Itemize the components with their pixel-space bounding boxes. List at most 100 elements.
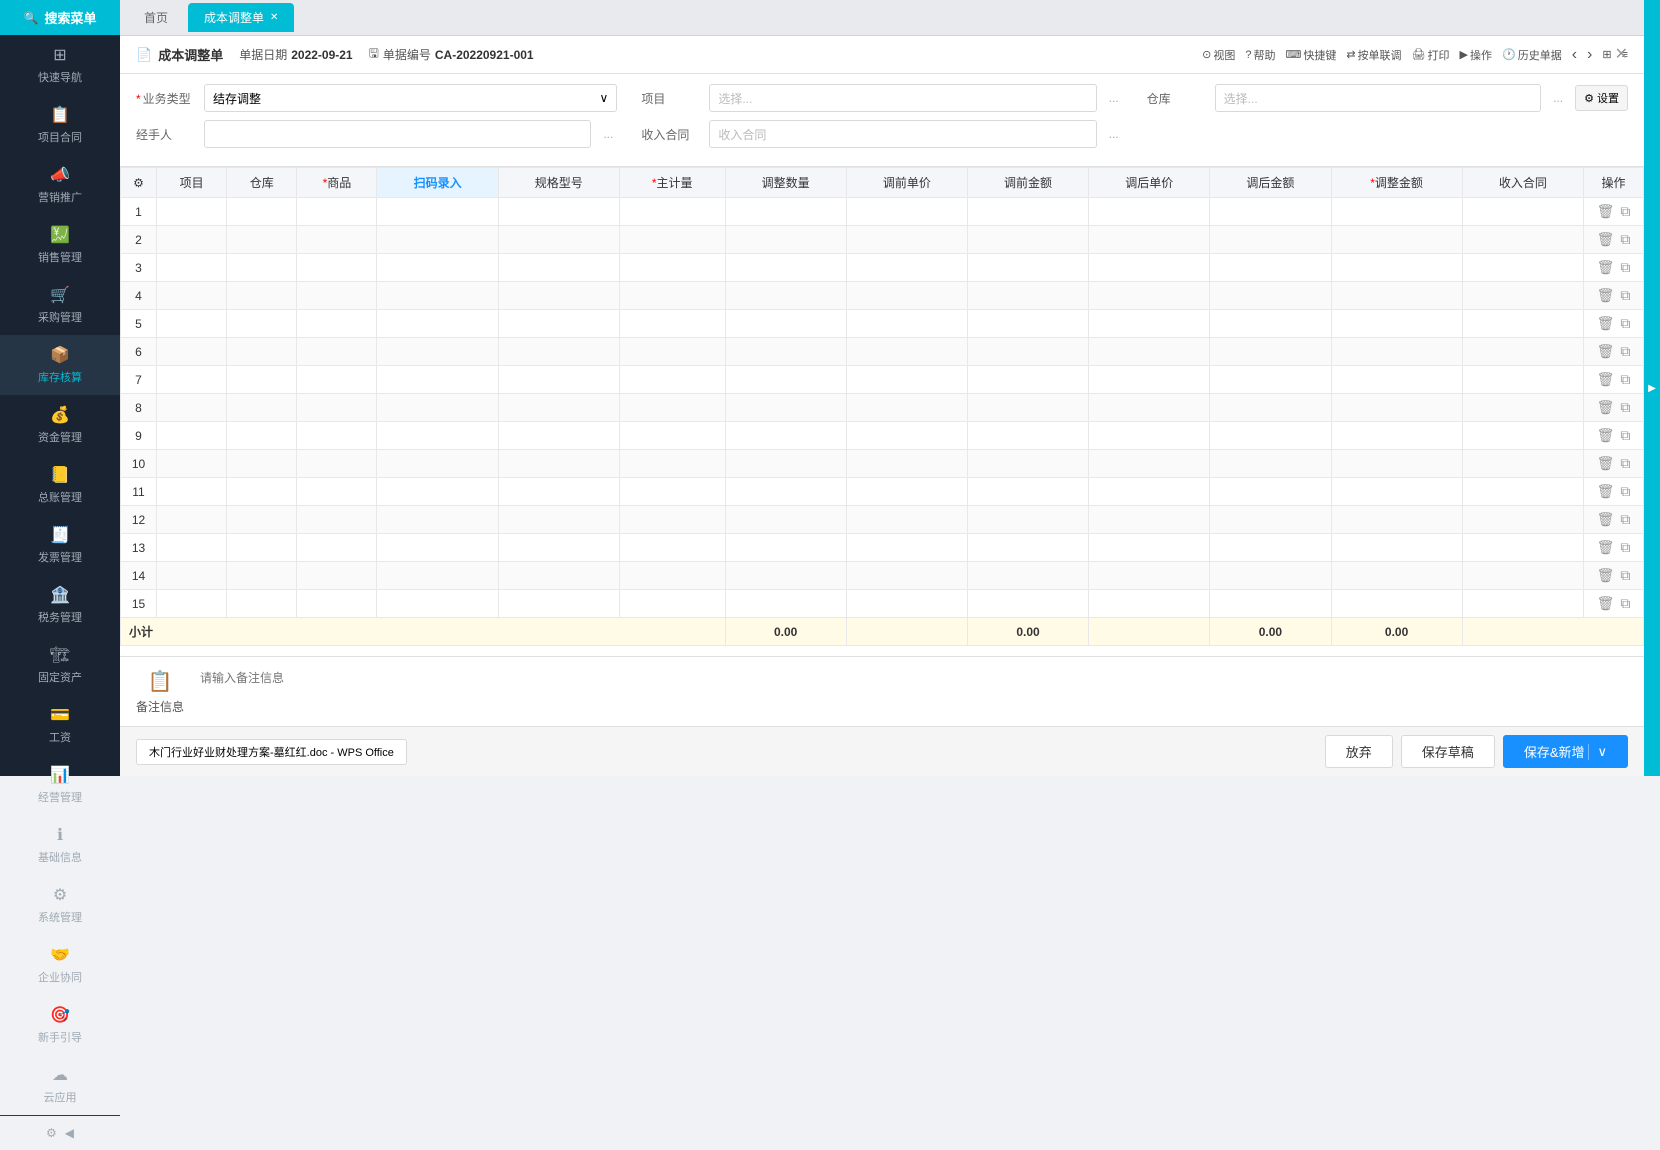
cell-project[interactable] (157, 506, 227, 534)
cell-scan[interactable] (377, 254, 498, 282)
col-scan[interactable]: 扫码录入 (377, 168, 498, 198)
cell-product[interactable] (297, 366, 377, 394)
cell-pre-amount[interactable] (967, 394, 1088, 422)
cell-pre-unit-price[interactable] (846, 338, 967, 366)
cell-spec[interactable] (498, 254, 619, 282)
cell-unit[interactable] (619, 226, 725, 254)
cell-pre-unit-price[interactable] (846, 282, 967, 310)
save-dropdown-icon[interactable]: ∨ (1588, 744, 1607, 760)
taskbar-wps-item[interactable]: 木门行业好业财处理方案-墓红红.doc - WPS Office (136, 739, 407, 765)
delete-row-icon[interactable]: 🗑 (1597, 203, 1615, 220)
cell-post-amount[interactable] (1210, 534, 1331, 562)
cell-warehouse[interactable] (227, 534, 297, 562)
cell-pre-amount[interactable] (967, 534, 1088, 562)
sidebar-item-invoice-mgmt[interactable]: 🧾 发票管理 (0, 515, 120, 575)
sidebar-item-enterprise-coop[interactable]: 🤝 企业协同 (0, 935, 120, 995)
cell-adjust-qty[interactable] (725, 534, 846, 562)
cell-scan[interactable] (377, 366, 498, 394)
cell-post-amount[interactable] (1210, 282, 1331, 310)
cell-income-contract[interactable] (1462, 310, 1583, 338)
cell-scan[interactable] (377, 562, 498, 590)
warehouse-ellipsis[interactable]: ... (1549, 91, 1567, 105)
cell-pre-amount[interactable] (967, 366, 1088, 394)
delete-row-icon[interactable]: 🗑 (1597, 259, 1615, 276)
cell-post-unit-price[interactable] (1089, 562, 1210, 590)
sidebar-item-project-contract[interactable]: 📋 项目合同 (0, 95, 120, 155)
cell-adjust-amount[interactable] (1331, 450, 1462, 478)
cell-adjust-qty[interactable] (725, 282, 846, 310)
sidebar-item-ledger-mgmt[interactable]: 📒 总账管理 (0, 455, 120, 515)
biz-type-select[interactable]: 结存调整 ∨ (204, 84, 617, 112)
copy-row-icon[interactable]: ⧉ (1620, 483, 1630, 500)
cell-spec[interactable] (498, 338, 619, 366)
cell-pre-unit-price[interactable] (846, 310, 967, 338)
cell-pre-unit-price[interactable] (846, 422, 967, 450)
handler-ellipsis[interactable]: ... (599, 127, 617, 141)
cell-adjust-qty[interactable] (725, 198, 846, 226)
copy-row-icon[interactable]: ⧉ (1620, 539, 1630, 556)
cell-pre-amount[interactable] (967, 254, 1088, 282)
cell-project[interactable] (157, 338, 227, 366)
cell-product[interactable] (297, 226, 377, 254)
sidebar-search[interactable]: 🔍 搜索菜单 (0, 0, 120, 35)
cell-product[interactable] (297, 394, 377, 422)
tab-close-icon[interactable]: ✕ (270, 12, 278, 23)
cell-pre-unit-price[interactable] (846, 366, 967, 394)
cell-adjust-qty[interactable] (725, 450, 846, 478)
cell-adjust-amount[interactable] (1331, 226, 1462, 254)
sidebar-item-tax-mgmt[interactable]: 🏦 税务管理 (0, 575, 120, 635)
cell-project[interactable] (157, 590, 227, 618)
cell-post-amount[interactable] (1210, 310, 1331, 338)
cell-pre-amount[interactable] (967, 590, 1088, 618)
copy-row-icon[interactable]: ⧉ (1620, 455, 1630, 472)
project-select[interactable]: 选择... (709, 84, 1096, 112)
col-config[interactable]: ⚙ (121, 168, 157, 198)
cell-unit[interactable] (619, 422, 725, 450)
cell-unit[interactable] (619, 534, 725, 562)
cell-post-amount[interactable] (1210, 226, 1331, 254)
cell-post-amount[interactable] (1210, 450, 1331, 478)
cell-pre-amount[interactable] (967, 562, 1088, 590)
cell-income-contract[interactable] (1462, 478, 1583, 506)
cell-pre-unit-price[interactable] (846, 562, 967, 590)
sidebar-item-inventory-calc[interactable]: 📦 库存核算 (0, 335, 120, 395)
cell-pre-amount[interactable] (967, 450, 1088, 478)
sidebar-item-ops-mgmt[interactable]: 📊 经营管理 (0, 755, 120, 815)
action-help[interactable]: ? 帮助 (1245, 47, 1275, 63)
cell-project[interactable] (157, 282, 227, 310)
cell-warehouse[interactable] (227, 506, 297, 534)
cell-pre-amount[interactable] (967, 198, 1088, 226)
sidebar-item-system-mgmt[interactable]: ⚙ 系统管理 (0, 875, 120, 935)
cell-pre-amount[interactable] (967, 422, 1088, 450)
cell-post-unit-price[interactable] (1089, 198, 1210, 226)
cell-project[interactable] (157, 254, 227, 282)
cell-spec[interactable] (498, 534, 619, 562)
cell-income-contract[interactable] (1462, 506, 1583, 534)
cell-post-amount[interactable] (1210, 590, 1331, 618)
cell-income-contract[interactable] (1462, 282, 1583, 310)
sidebar-item-payroll[interactable]: 💳 工资 (0, 695, 120, 755)
cell-adjust-amount[interactable] (1331, 310, 1462, 338)
cell-post-amount[interactable] (1210, 422, 1331, 450)
cell-product[interactable] (297, 506, 377, 534)
cell-income-contract[interactable] (1462, 562, 1583, 590)
delete-row-icon[interactable]: 🗑 (1597, 595, 1615, 612)
cell-project[interactable] (157, 450, 227, 478)
tab-home[interactable]: 首页 (128, 3, 184, 32)
remarks-input[interactable] (196, 665, 1628, 701)
delete-row-icon[interactable]: 🗑 (1597, 455, 1615, 472)
cell-adjust-qty[interactable] (725, 562, 846, 590)
cell-scan[interactable] (377, 310, 498, 338)
delete-row-icon[interactable]: 🗑 (1597, 287, 1615, 304)
delete-row-icon[interactable]: 🗑 (1597, 567, 1615, 584)
cell-unit[interactable] (619, 366, 725, 394)
cell-pre-unit-price[interactable] (846, 394, 967, 422)
cell-spec[interactable] (498, 310, 619, 338)
cell-adjust-qty[interactable] (725, 338, 846, 366)
cell-unit[interactable] (619, 590, 725, 618)
cell-product[interactable] (297, 450, 377, 478)
cell-scan[interactable] (377, 590, 498, 618)
cell-income-contract[interactable] (1462, 534, 1583, 562)
sidebar-item-purchase-mgmt[interactable]: 🛒 采购管理 (0, 275, 120, 335)
cell-spec[interactable] (498, 422, 619, 450)
